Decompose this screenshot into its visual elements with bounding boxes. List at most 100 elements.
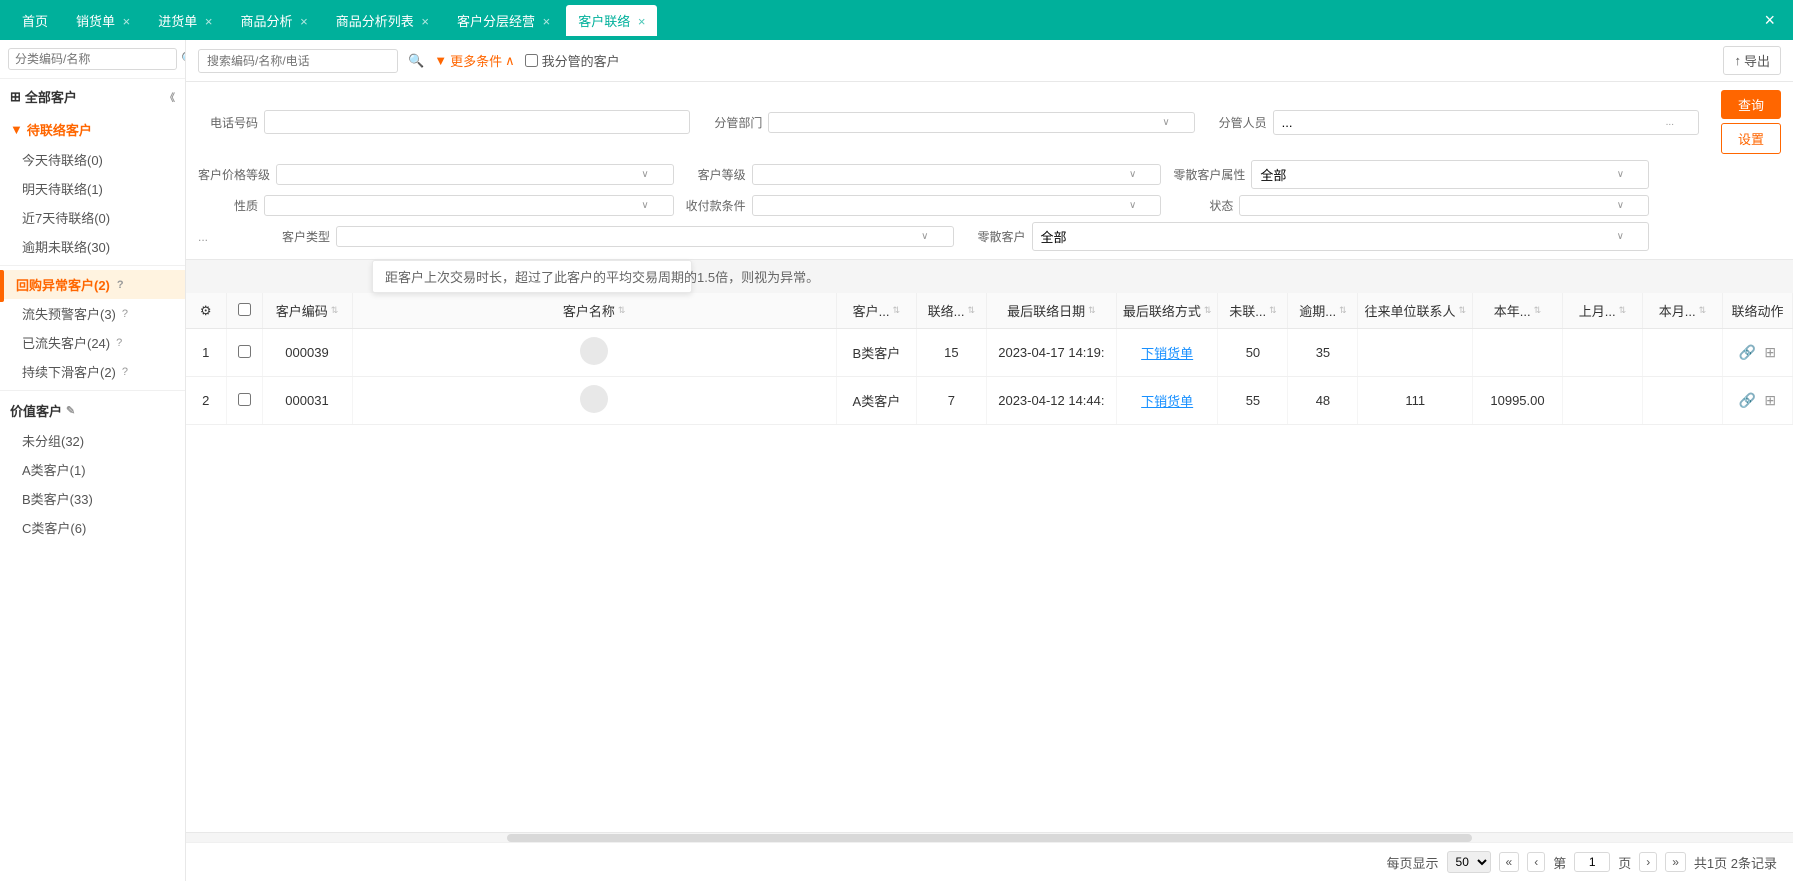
filter-btn[interactable]: ▼ 更多条件 ∧ <box>434 51 514 70</box>
set-btn[interactable]: 设置 <box>1721 123 1781 154</box>
sidebar-collapse-icon[interactable]: 《 <box>165 89 175 104</box>
sort-year-icon[interactable]: ⇅ <box>1534 306 1542 315</box>
retail-attr-select[interactable]: 全部 ∨ <box>1251 160 1649 189</box>
sidebar-abnormal-group[interactable]: 回购异常客户(2) ? <box>0 270 185 299</box>
cust-type-select[interactable]: ∨ <box>336 226 954 247</box>
sort-name-icon[interactable]: ⇅ <box>618 306 626 315</box>
col-header-date: 最后联络日期 ⇅ <box>986 293 1116 329</box>
sort-overdue-icon[interactable]: ⇅ <box>1339 306 1347 315</box>
row2-last-month <box>1563 377 1643 425</box>
sort-month-icon[interactable]: ⇅ <box>1699 306 1707 315</box>
tooltip-box: 距客户上次交易时长，超过了此客户的平均交易周期的1.5倍，则视为异常。 <box>372 260 692 293</box>
row2-way-link[interactable]: 下销货单 <box>1141 394 1193 409</box>
close-customer-contact-icon[interactable]: × <box>638 14 646 29</box>
next-page-btn[interactable]: › <box>1639 852 1657 872</box>
phone-input[interactable] <box>264 110 690 134</box>
sort-code-icon[interactable]: ⇅ <box>331 306 339 315</box>
query-btn[interactable]: 查询 <box>1721 90 1781 119</box>
sidebar-loss-warning[interactable]: 流失预警客户(3) ? <box>0 299 185 328</box>
sidebar-overdue-pending[interactable]: 逾期未联络(30) <box>0 232 185 261</box>
nav-analysis[interactable]: 商品分析 × <box>228 5 319 36</box>
sort-last-month-icon[interactable]: ⇅ <box>1619 306 1627 315</box>
row1-checkbox[interactable] <box>238 345 251 358</box>
sidebar-class-c[interactable]: C类客户(6) <box>0 513 185 542</box>
row2-link-icon[interactable]: 🔗 <box>1739 392 1756 409</box>
edit-icon[interactable]: ✎ <box>66 404 75 417</box>
sidebar-pending-group[interactable]: ▼ 待联络客户 <box>0 114 185 145</box>
prev-page-btn[interactable]: ‹ <box>1527 852 1545 872</box>
filter-status: 状态 ∨ <box>1173 195 1649 216</box>
sidebar-value-group[interactable]: 价值客户 ✎ <box>0 395 185 426</box>
search-input[interactable] <box>198 49 398 73</box>
nav-purchase[interactable]: 进货单 × <box>146 5 224 36</box>
sidebar-search-input[interactable] <box>8 48 177 70</box>
export-btn[interactable]: ↑ 导出 <box>1723 46 1781 75</box>
window-close-icon[interactable]: × <box>1756 10 1783 31</box>
sort-history-icon[interactable]: ⇅ <box>1458 306 1466 315</box>
scrollbar-thumb[interactable] <box>507 834 1471 842</box>
sort-contact-icon[interactable]: ⇅ <box>968 306 976 315</box>
person-select[interactable]: ... ... <box>1273 110 1699 135</box>
sidebar-lost-customer[interactable]: 已流失客户(24) ? <box>0 328 185 357</box>
sidebar-week-pending[interactable]: 近7天待联络(0) <box>0 203 185 232</box>
row2-contact: 7 <box>916 377 986 425</box>
sidebar-class-b[interactable]: B类客户(33) <box>0 484 185 513</box>
sidebar-tomorrow-pending[interactable]: 明天待联络(1) <box>0 174 185 203</box>
select-all-checkbox[interactable] <box>238 303 251 316</box>
page-number-input[interactable] <box>1574 852 1610 872</box>
my-customer-checkbox[interactable] <box>525 54 538 67</box>
row2-checkbox[interactable] <box>238 393 251 406</box>
cust-level-select[interactable]: ∨ <box>752 164 1162 185</box>
table-container[interactable]: ⚙ 客户编码 ⇅ 客户名称 <box>186 293 1793 832</box>
per-page-select[interactable]: 50 <box>1447 851 1491 873</box>
nav-sales[interactable]: 销货单 × <box>64 5 142 36</box>
sort-unlian-icon[interactable]: ⇅ <box>1269 306 1277 315</box>
sidebar-today-pending[interactable]: 今天待联络(0) <box>0 145 185 174</box>
col-header-history: 往来单位联系人 ⇅ <box>1358 293 1473 329</box>
sort-type-icon[interactable]: ⇅ <box>893 306 901 315</box>
last-page-btn[interactable]: » <box>1665 852 1686 872</box>
payment-select[interactable]: ∨ <box>752 195 1162 216</box>
sidebar-unclassified[interactable]: 未分组(32) <box>0 426 185 455</box>
row1-link-icon[interactable]: 🔗 <box>1739 344 1756 361</box>
close-analysis-list-icon[interactable]: × <box>421 14 429 29</box>
status-select[interactable]: ∨ <box>1239 195 1649 216</box>
page-label: 第 <box>1553 853 1566 872</box>
horizontal-scrollbar[interactable] <box>186 832 1793 842</box>
sidebar-class-a[interactable]: A类客户(1) <box>0 455 185 484</box>
nav-customer-contact[interactable]: 客户联络 × <box>566 5 657 36</box>
dept-select[interactable]: ∨ <box>768 112 1194 133</box>
first-page-btn[interactable]: « <box>1499 852 1520 872</box>
settings-icon[interactable]: ⚙ <box>200 303 212 319</box>
row1-grid-icon[interactable]: ⊞ <box>1764 344 1776 361</box>
row2-type: A类客户 <box>836 377 916 425</box>
sort-way-icon[interactable]: ⇅ <box>1204 306 1212 315</box>
retail-select[interactable]: 全部 ∨ <box>1032 222 1650 251</box>
sidebar-declining[interactable]: 持续下滑客户(2) ? <box>0 357 185 386</box>
close-purchase-icon[interactable]: × <box>205 14 213 29</box>
more-filters-btn[interactable]: ... <box>198 230 208 244</box>
nav-analysis-list[interactable]: 商品分析列表 × <box>324 5 441 36</box>
col-header-contact: 联络... ⇅ <box>916 293 986 329</box>
filter-actions: 查询 设置 <box>1721 90 1781 154</box>
sidebar: 🔍 ⊞ 全部客户 《 ▼ 待联络客户 今天待联络(0) 明天待联络(1) 近7天… <box>0 40 186 881</box>
nav-home[interactable]: 首页 <box>10 5 60 36</box>
nav-customer-tier[interactable]: 客户分层经营 × <box>445 5 562 36</box>
toolbar-search-icon[interactable]: 🔍 <box>408 53 424 69</box>
row2-grid-icon[interactable]: ⊞ <box>1764 392 1776 409</box>
close-customer-tier-icon[interactable]: × <box>543 14 551 29</box>
row1-action: 🔗 ⊞ <box>1723 329 1793 377</box>
close-analysis-icon[interactable]: × <box>300 14 308 29</box>
close-sales-icon[interactable]: × <box>123 14 131 29</box>
price-level-select[interactable]: ∨ <box>276 164 674 185</box>
sidebar-all-customers[interactable]: ⊞ 全部客户 《 <box>0 79 185 114</box>
active-indicator <box>0 270 4 302</box>
help-icon-loss: ? <box>122 308 128 320</box>
table-header-row: ⚙ 客户编码 ⇅ 客户名称 <box>186 293 1793 329</box>
help-icon-abnormal: ? <box>117 279 124 291</box>
gender-select[interactable]: ∨ <box>264 195 674 216</box>
sort-date-icon[interactable]: ⇅ <box>1088 306 1096 315</box>
row1-way-link[interactable]: 下销货单 <box>1141 346 1193 361</box>
dept-select-arrow: ∨ <box>1162 117 1169 128</box>
pagination: 每页显示 50 « ‹ 第 页 › » 共1页 2条记录 <box>186 842 1793 881</box>
